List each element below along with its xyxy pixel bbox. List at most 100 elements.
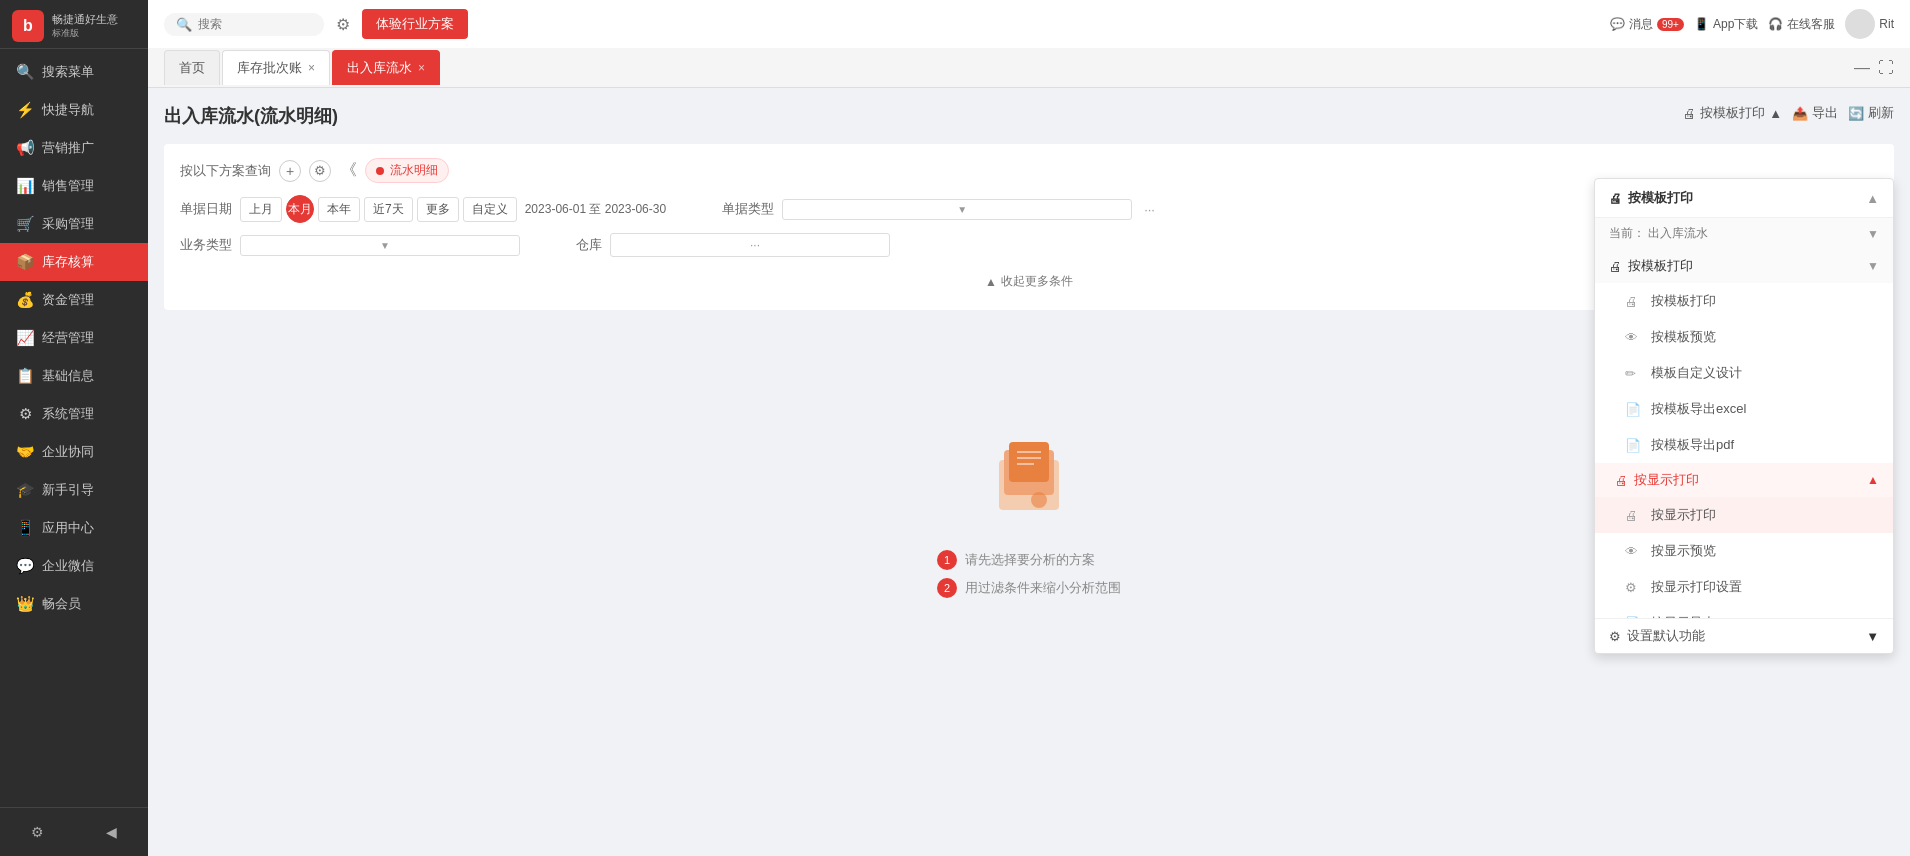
tab-home[interactable]: 首页 <box>164 50 220 85</box>
empty-steps: 1 请先选择要分析的方案 2 用过滤条件来缩小分析范围 <box>937 550 1121 598</box>
doctype-more[interactable]: ··· <box>1140 202 1159 217</box>
sidebar-collapse-btn[interactable]: ◀ <box>100 818 123 846</box>
empty-step-2: 2 用过滤条件来缩小分析范围 <box>937 578 1121 598</box>
header-actions: 💬 消息 99+ 📱 App下载 🎧 在线客服 Rit <box>1610 9 1894 39</box>
tab-flowdetail[interactable]: 出入库流水 × <box>332 50 440 85</box>
tab-batch-close[interactable]: × <box>308 61 315 75</box>
sidebar-label-member: 畅会员 <box>42 595 81 613</box>
logo-title: 畅捷通好生意 <box>52 12 118 26</box>
dropdown-header-arrow[interactable]: ▲ <box>1866 191 1879 206</box>
sales-icon: 📊 <box>16 177 34 195</box>
header-settings-icon[interactable]: ⚙ <box>336 15 350 34</box>
dropdown-footer[interactable]: ⚙ 设置默认功能 ▼ <box>1595 618 1893 653</box>
print-label: 按模板打印 <box>1700 104 1765 122</box>
basic-icon: 📋 <box>16 367 34 385</box>
refresh-btn[interactable]: 🔄 刷新 <box>1848 104 1894 122</box>
business-arrow: ▼ <box>380 240 511 251</box>
dropdown-section-display-header[interactable]: 🖨 按显示打印 ▲ <box>1595 463 1893 497</box>
dropdown-item-template-preview[interactable]: 👁 按模板预览 <box>1595 319 1893 355</box>
template-preview-label: 按模板预览 <box>1651 328 1716 346</box>
sidebar-item-inventory[interactable]: 📦 库存核算 <box>0 243 148 281</box>
current-arrow[interactable]: ▼ <box>1867 227 1879 241</box>
warehouse-more[interactable]: ··· <box>750 238 881 252</box>
sidebar-item-enterprise[interactable]: 🤝 企业协同 <box>0 433 148 471</box>
sidebar-label-enterprise: 企业协同 <box>42 443 94 461</box>
dropdown-item-display-print-settings[interactable]: ⚙ 按显示打印设置 <box>1595 569 1893 605</box>
date-custom[interactable]: 自定义 <box>463 197 517 222</box>
sidebar-label-appstore: 应用中心 <box>42 519 94 537</box>
dropdown-section-template-header[interactable]: 🖨 按模板打印 ▼ <box>1595 249 1893 283</box>
sidebar-item-purchase[interactable]: 🛒 采购管理 <box>0 205 148 243</box>
operations-icon: 📈 <box>16 329 34 347</box>
tab-flowdetail-close[interactable]: × <box>418 61 425 75</box>
dropdown-title: 🖨 按模板打印 <box>1609 189 1693 207</box>
tabs-bar: 首页 库存批次账 × 出入库流水 × — ⛶ <box>148 48 1910 88</box>
export-btn[interactable]: 📤 导出 <box>1792 104 1838 122</box>
template-custom-label: 模板自定义设计 <box>1651 364 1742 382</box>
sidebar-item-search[interactable]: 🔍 搜索菜单 <box>0 53 148 91</box>
dropdown-item-template-export-excel[interactable]: 📄 按模板导出excel <box>1595 391 1893 427</box>
header-search-box[interactable]: 🔍 <box>164 13 324 36</box>
flow-tag[interactable]: 流水明细 <box>365 158 449 183</box>
sidebar-label-system: 系统管理 <box>42 405 94 423</box>
wechat-icon: 💬 <box>16 557 34 575</box>
filter-add-btn[interactable]: + <box>279 160 301 182</box>
display-section-arrow[interactable]: ▲ <box>1867 473 1879 487</box>
sidebar-label-basic: 基础信息 <box>42 367 94 385</box>
date-7days[interactable]: 近7天 <box>364 197 413 222</box>
date-range-display: 2023-06-01 至 2023-06-30 <box>525 201 666 218</box>
display-excel-icon: 📄 <box>1625 616 1641 619</box>
svg-rect-2 <box>1009 442 1049 482</box>
business-select[interactable]: ▼ <box>240 235 520 256</box>
sidebar-item-appstore[interactable]: 📱 应用中心 <box>0 509 148 547</box>
user-profile-btn[interactable]: Rit <box>1845 9 1894 39</box>
dropdown-item-template-custom[interactable]: ✏ 模板自定义设计 <box>1595 355 1893 391</box>
sidebar-settings-btn[interactable]: ⚙ <box>25 818 50 846</box>
dropdown-item-display-export-excel[interactable]: 📄 按显示导出excel <box>1595 605 1893 618</box>
date-more[interactable]: 更多 <box>417 197 459 222</box>
step-label-1: 请先选择要分析的方案 <box>965 551 1095 569</box>
dropdown-item-template-print[interactable]: 🖨 按模板打印 <box>1595 283 1893 319</box>
dropdown-item-template-export-pdf[interactable]: 📄 按模板导出pdf <box>1595 427 1893 463</box>
sidebar-item-guide[interactable]: 🎓 新手引导 <box>0 471 148 509</box>
sidebar-item-sales[interactable]: 📊 销售管理 <box>0 167 148 205</box>
footer-settings-icon: ⚙ <box>1609 629 1621 644</box>
filter-collapse-icon[interactable]: 《 <box>341 160 357 181</box>
sidebar-label-guide: 新手引导 <box>42 481 94 499</box>
display-print-icon: 🖨 <box>1625 508 1641 523</box>
date-this-month[interactable]: 本月 <box>286 195 314 223</box>
app-download-btn[interactable]: 📱 App下载 <box>1694 16 1758 33</box>
date-last-month[interactable]: 上月 <box>240 197 282 222</box>
filter-business-field: 业务类型 ▼ <box>180 235 520 256</box>
filter-settings-btn[interactable]: ⚙ <box>309 160 331 182</box>
tabs-right-actions: — ⛶ <box>1854 59 1894 77</box>
print-template-btn[interactable]: 🖨 按模板打印 ▲ <box>1683 104 1782 122</box>
industry-solution-button[interactable]: 体验行业方案 <box>362 9 468 39</box>
minimize-tab-btn[interactable]: — <box>1854 59 1870 77</box>
template-section-arrow[interactable]: ▼ <box>1867 259 1879 273</box>
online-service-btn[interactable]: 🎧 在线客服 <box>1768 16 1835 33</box>
svg-point-6 <box>1031 492 1047 508</box>
sidebar-item-wechat[interactable]: 💬 企业微信 <box>0 547 148 585</box>
message-badge: 99+ <box>1657 18 1684 31</box>
template-section-label: 按模板打印 <box>1628 257 1693 275</box>
warehouse-select[interactable]: ··· <box>610 233 890 257</box>
sidebar-item-shortcut[interactable]: ⚡ 快捷导航 <box>0 91 148 129</box>
sidebar-item-system[interactable]: ⚙ 系统管理 <box>0 395 148 433</box>
dropdown-current-label: 当前： 出入库流水 <box>1609 225 1708 242</box>
sidebar-item-operations[interactable]: 📈 经营管理 <box>0 319 148 357</box>
tab-batch[interactable]: 库存批次账 × <box>222 50 330 85</box>
logo-badge: 标准版 <box>52 27 118 40</box>
sidebar-item-marketing[interactable]: 📢 营销推广 <box>0 129 148 167</box>
message-btn[interactable]: 💬 消息 99+ <box>1610 16 1684 33</box>
search-input[interactable] <box>198 17 298 31</box>
fullscreen-tab-btn[interactable]: ⛶ <box>1878 59 1894 77</box>
doctype-select[interactable]: ▼ <box>782 199 1132 220</box>
dropdown-item-display-print[interactable]: 🖨 按显示打印 <box>1595 497 1893 533</box>
sidebar-item-finance[interactable]: 💰 资金管理 <box>0 281 148 319</box>
sidebar-item-member[interactable]: 👑 畅会员 <box>0 585 148 623</box>
current-text: 当前： <box>1609 226 1645 240</box>
sidebar-item-basic[interactable]: 📋 基础信息 <box>0 357 148 395</box>
date-this-year[interactable]: 本年 <box>318 197 360 222</box>
dropdown-item-display-preview[interactable]: 👁 按显示预览 <box>1595 533 1893 569</box>
